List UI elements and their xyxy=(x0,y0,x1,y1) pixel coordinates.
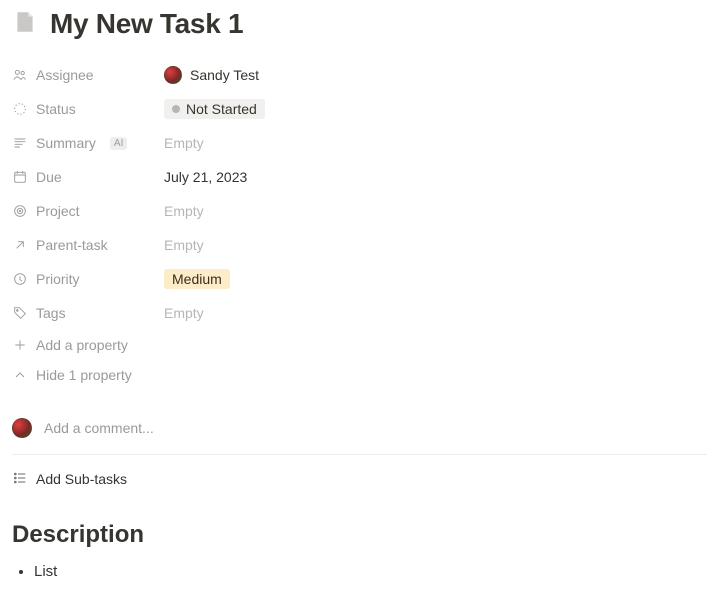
status-label[interactable]: Status xyxy=(12,101,164,117)
hide-property-label: Hide 1 property xyxy=(36,367,132,383)
summary-label-text: Summary xyxy=(36,135,96,151)
property-assignee: Assignee Sandy Test xyxy=(12,58,707,92)
add-subtasks-label: Add Sub-tasks xyxy=(36,471,127,487)
status-pill: Not Started xyxy=(164,99,265,119)
target-icon xyxy=(12,203,28,219)
summary-value[interactable]: Empty xyxy=(164,135,204,151)
priority-value[interactable]: Medium xyxy=(164,269,230,289)
status-label-text: Status xyxy=(36,101,76,117)
tags-label[interactable]: Tags xyxy=(12,305,164,321)
description-list[interactable]: List xyxy=(12,561,707,584)
due-label-text: Due xyxy=(36,169,62,185)
assignee-label[interactable]: Assignee xyxy=(12,67,164,83)
assignee-value[interactable]: Sandy Test xyxy=(164,66,259,84)
property-parent-task: Parent-task Empty xyxy=(12,228,707,262)
comment-row: Add a comment... xyxy=(12,418,707,438)
list-item[interactable]: List xyxy=(34,561,707,584)
priority-icon xyxy=(12,271,28,287)
priority-label-text: Priority xyxy=(36,271,80,287)
status-dot-icon xyxy=(172,105,180,113)
hide-property-button[interactable]: Hide 1 property xyxy=(12,360,707,390)
comment-input[interactable]: Add a comment... xyxy=(44,420,154,436)
divider xyxy=(12,454,707,455)
due-value[interactable]: July 21, 2023 xyxy=(164,169,247,185)
property-summary: Summary AI Empty xyxy=(12,126,707,160)
property-due: Due July 21, 2023 xyxy=(12,160,707,194)
project-label[interactable]: Project xyxy=(12,203,164,219)
project-value[interactable]: Empty xyxy=(164,203,204,219)
text-icon xyxy=(12,135,28,151)
ai-badge: AI xyxy=(110,137,127,150)
avatar xyxy=(12,418,32,438)
add-subtasks-button[interactable]: Add Sub-tasks xyxy=(12,465,707,493)
assignee-name: Sandy Test xyxy=(190,67,259,83)
add-property-button[interactable]: Add a property xyxy=(12,330,707,360)
avatar xyxy=(164,66,182,84)
parent-task-label-text: Parent-task xyxy=(36,237,108,253)
page-title[interactable]: My New Task 1 xyxy=(50,8,243,40)
chevron-up-icon xyxy=(12,367,28,383)
description-heading[interactable]: Description xyxy=(12,521,707,549)
property-status: Status Not Started xyxy=(12,92,707,126)
summary-label[interactable]: Summary AI xyxy=(12,135,164,151)
due-label[interactable]: Due xyxy=(12,169,164,185)
title-row: My New Task 1 xyxy=(12,8,707,40)
project-label-text: Project xyxy=(36,203,80,219)
priority-pill: Medium xyxy=(164,269,230,289)
tags-value[interactable]: Empty xyxy=(164,305,204,321)
people-icon xyxy=(12,67,28,83)
property-project: Project Empty xyxy=(12,194,707,228)
tag-icon xyxy=(12,305,28,321)
parent-task-value[interactable]: Empty xyxy=(164,237,204,253)
plus-icon xyxy=(12,337,28,353)
status-value[interactable]: Not Started xyxy=(164,99,265,119)
property-tags: Tags Empty xyxy=(12,296,707,330)
property-priority: Priority Medium xyxy=(12,262,707,296)
page-icon[interactable] xyxy=(12,9,38,40)
status-icon xyxy=(12,101,28,117)
priority-label[interactable]: Priority xyxy=(12,271,164,287)
add-property-label: Add a property xyxy=(36,337,128,353)
subtasks-icon xyxy=(12,470,28,489)
arrow-up-right-icon xyxy=(12,237,28,253)
calendar-icon xyxy=(12,169,28,185)
parent-task-label[interactable]: Parent-task xyxy=(12,237,164,253)
tags-label-text: Tags xyxy=(36,305,66,321)
status-text: Not Started xyxy=(186,101,257,117)
assignee-label-text: Assignee xyxy=(36,67,94,83)
properties-section: Assignee Sandy Test Status Not Started S… xyxy=(12,58,707,390)
